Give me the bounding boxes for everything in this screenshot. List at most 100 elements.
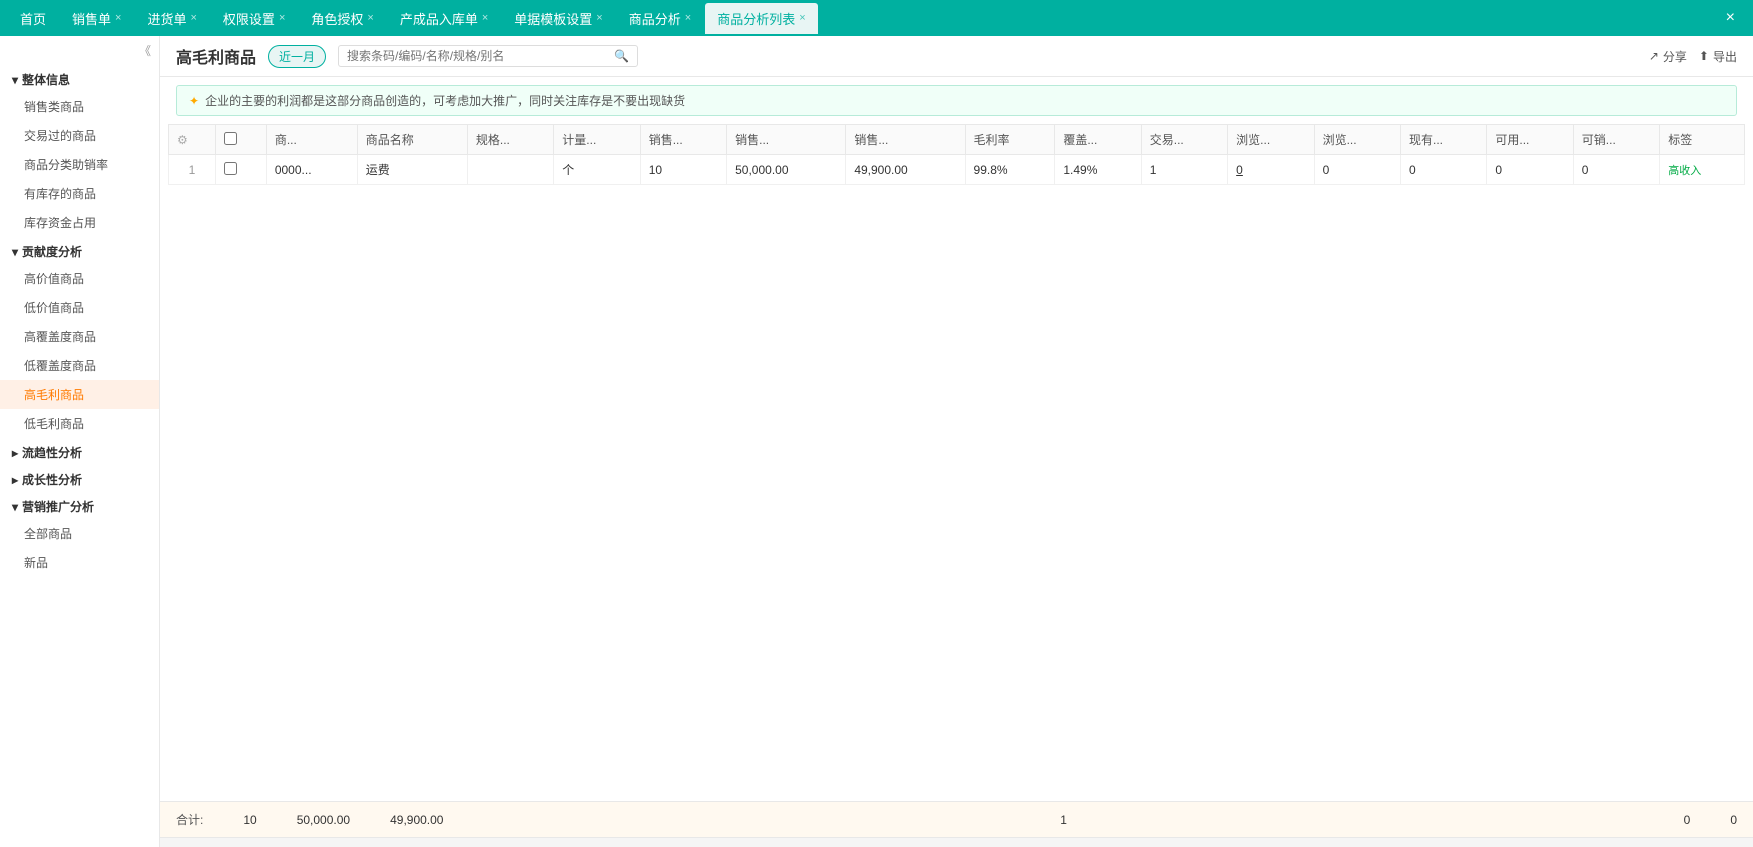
footer-sales-profit: 49,900.00 bbox=[390, 813, 443, 827]
chevron-icon: ▾ bbox=[12, 500, 18, 514]
col-header-tradeCount[interactable]: 交易... bbox=[1141, 125, 1227, 155]
sidebar-item-新品[interactable]: 新品 bbox=[0, 548, 159, 577]
cell-available: 0 bbox=[1487, 155, 1573, 185]
filter-recent-month-button[interactable]: 近一月 bbox=[268, 45, 326, 68]
cell-unit: 个 bbox=[554, 155, 640, 185]
sidebar-item-高毛利商品[interactable]: 高毛利商品 bbox=[0, 380, 159, 409]
data-table-container[interactable]: ⚙商...商品名称规格...计量...销售...销售...销售...毛利率覆盖.… bbox=[160, 124, 1753, 801]
row-checkbox[interactable] bbox=[224, 162, 237, 175]
col-header-unit[interactable]: 计量... bbox=[554, 125, 640, 155]
nav-item-权限设置[interactable]: 权限设置× bbox=[211, 3, 297, 34]
cell-salesQty: 10 bbox=[640, 155, 726, 185]
cell-grossMargin: 99.8% bbox=[965, 155, 1055, 185]
cell-num: 1 bbox=[169, 155, 216, 185]
header-actions: ↗ 分享 ⬆ 导出 bbox=[1649, 48, 1737, 65]
share-button[interactable]: ↗ 分享 bbox=[1649, 48, 1687, 65]
col-header-currentStock[interactable]: 现有... bbox=[1400, 125, 1486, 155]
sidebar-item-库存资金占用[interactable]: 库存资金占用 bbox=[0, 208, 159, 237]
col-header-browseCount2[interactable]: 浏览... bbox=[1314, 125, 1400, 155]
search-input[interactable] bbox=[347, 49, 608, 63]
sidebar-group-成长性分析[interactable]: ▸成长性分析 bbox=[0, 465, 159, 492]
main-layout: 《 ▾整体信息销售类商品交易过的商品商品分类助销率有库存的商品库存资金占用▾贡献… bbox=[0, 36, 1753, 847]
col-header-settings[interactable]: ⚙ bbox=[169, 125, 216, 155]
nav-close-icon[interactable]: × bbox=[115, 12, 121, 24]
nav-close-icon[interactable]: × bbox=[685, 12, 691, 24]
export-button[interactable]: ⬆ 导出 bbox=[1699, 48, 1737, 65]
page-title: 高毛利商品 bbox=[176, 44, 256, 68]
hint-icon: ✦ bbox=[189, 94, 199, 108]
cell-salesProfit: 49,900.00 bbox=[846, 155, 965, 185]
window-close-button[interactable]: × bbox=[1716, 3, 1745, 33]
sidebar-item-高覆盖度商品[interactable]: 高覆盖度商品 bbox=[0, 322, 159, 351]
content-header: 高毛利商品 近一月 🔍 ↗ 分享 ⬆ 导出 bbox=[160, 36, 1753, 77]
footer-sales-amt: 50,000.00 bbox=[297, 813, 350, 827]
table-row: 10000...运费个1050,000.0049,900.0099.8%1.49… bbox=[169, 155, 1745, 185]
sidebar-group-label: 营销推广分析 bbox=[22, 498, 94, 515]
export-icon: ⬆ bbox=[1699, 49, 1709, 63]
sidebar-item-销售类商品[interactable]: 销售类商品 bbox=[0, 92, 159, 121]
nav-close-icon[interactable]: × bbox=[367, 12, 373, 24]
col-header-salesQty[interactable]: 销售... bbox=[640, 125, 726, 155]
col-header-coverage[interactable]: 覆盖... bbox=[1055, 125, 1141, 155]
sidebar-group-营销推广分析[interactable]: ▾ 营销推广分析 bbox=[0, 492, 159, 519]
nav-item-销售单[interactable]: 销售单× bbox=[60, 3, 133, 34]
cell-currentStock: 0 bbox=[1400, 155, 1486, 185]
footer-summary: 合计: 10 50,000.00 49,900.00 1 0 0 bbox=[160, 801, 1753, 837]
cell-salesAmt: 50,000.00 bbox=[727, 155, 846, 185]
nav-item-进货单[interactable]: 进货单× bbox=[135, 3, 208, 34]
sidebar-item-低价值商品[interactable]: 低价值商品 bbox=[0, 293, 159, 322]
sidebar-item-低毛利商品[interactable]: 低毛利商品 bbox=[0, 409, 159, 438]
col-header-code[interactable]: 商... bbox=[266, 125, 357, 155]
chevron-icon: ▾ bbox=[12, 73, 18, 87]
sidebar-item-全部商品[interactable]: 全部商品 bbox=[0, 519, 159, 548]
col-header-spec[interactable]: 规格... bbox=[467, 125, 553, 155]
select-all-checkbox[interactable] bbox=[224, 132, 237, 145]
sidebar-group-label: 流趋性分析 bbox=[22, 444, 82, 461]
sidebar-group-整体信息[interactable]: ▾整体信息 bbox=[0, 65, 159, 92]
col-header-available[interactable]: 可用... bbox=[1487, 125, 1573, 155]
nav-item-商品分析[interactable]: 商品分析× bbox=[617, 3, 703, 34]
col-header-check[interactable] bbox=[216, 125, 267, 155]
sidebar-group-流趋性分析[interactable]: ▸流趋性分析 bbox=[0, 438, 159, 465]
horizontal-scrollbar[interactable] bbox=[160, 837, 1753, 847]
top-navigation: 首页销售单×进货单×权限设置×角色授权×产成品入库单×单据模板设置×商品分析×商… bbox=[0, 0, 1753, 36]
cell-code: 0000... bbox=[266, 155, 357, 185]
sidebar-item-有库存的商品[interactable]: 有库存的商品 bbox=[0, 179, 159, 208]
sidebar-group-贡献度分析[interactable]: ▾贡献度分析 bbox=[0, 237, 159, 264]
col-header-tag[interactable]: 标签 bbox=[1660, 125, 1745, 155]
nav-close-icon[interactable]: × bbox=[799, 12, 805, 24]
nav-close-icon[interactable]: × bbox=[596, 12, 602, 24]
settings-icon[interactable]: ⚙ bbox=[177, 133, 188, 147]
col-header-saleable[interactable]: 可销... bbox=[1573, 125, 1659, 155]
footer-current-stock: 0 bbox=[1684, 813, 1691, 827]
data-table: ⚙商...商品名称规格...计量...销售...销售...销售...毛利率覆盖.… bbox=[168, 124, 1745, 185]
collapse-icon: 《 bbox=[139, 42, 151, 59]
sidebar-collapse-button[interactable]: 《 bbox=[0, 36, 159, 65]
col-header-name[interactable]: 商品名称 bbox=[357, 125, 467, 155]
sidebar-item-商品分类助销率[interactable]: 商品分类助销率 bbox=[0, 150, 159, 179]
hint-text: 企业的主要的利润都是这部分商品创造的，可考虑加大推广，同时关注库存是不要出现缺货 bbox=[205, 92, 685, 109]
sidebar-item-交易过的商品[interactable]: 交易过的商品 bbox=[0, 121, 159, 150]
nav-item-产成品入库单[interactable]: 产成品入库单× bbox=[388, 3, 500, 34]
nav-item-商品分析列表[interactable]: 商品分析列表× bbox=[705, 3, 817, 34]
nav-item-首页[interactable]: 首页 bbox=[8, 3, 58, 34]
nav-close-icon[interactable]: × bbox=[482, 12, 488, 24]
col-header-browseCount[interactable]: 浏览... bbox=[1228, 125, 1314, 155]
cell-coverage: 1.49% bbox=[1055, 155, 1141, 185]
tag-badge: 高收入 bbox=[1668, 165, 1701, 177]
sidebar-item-高价值商品[interactable]: 高价值商品 bbox=[0, 264, 159, 293]
col-header-grossMargin[interactable]: 毛利率 bbox=[965, 125, 1055, 155]
sidebar-item-低覆盖度商品[interactable]: 低覆盖度商品 bbox=[0, 351, 159, 380]
browse-count-link[interactable]: 0 bbox=[1236, 163, 1243, 177]
cell-browseCount2: 0 bbox=[1314, 155, 1400, 185]
col-header-salesAmt[interactable]: 销售... bbox=[727, 125, 846, 155]
share-icon: ↗ bbox=[1649, 49, 1659, 63]
nav-item-角色授权[interactable]: 角色授权× bbox=[299, 3, 385, 34]
sidebar-group-label: 成长性分析 bbox=[22, 471, 82, 488]
nav-close-icon[interactable]: × bbox=[190, 12, 196, 24]
nav-close-icon[interactable]: × bbox=[279, 12, 285, 24]
cell-spec bbox=[467, 155, 553, 185]
search-icon[interactable]: 🔍 bbox=[614, 49, 629, 63]
col-header-salesProfit[interactable]: 销售... bbox=[846, 125, 965, 155]
nav-item-单据模板设置[interactable]: 单据模板设置× bbox=[502, 3, 614, 34]
